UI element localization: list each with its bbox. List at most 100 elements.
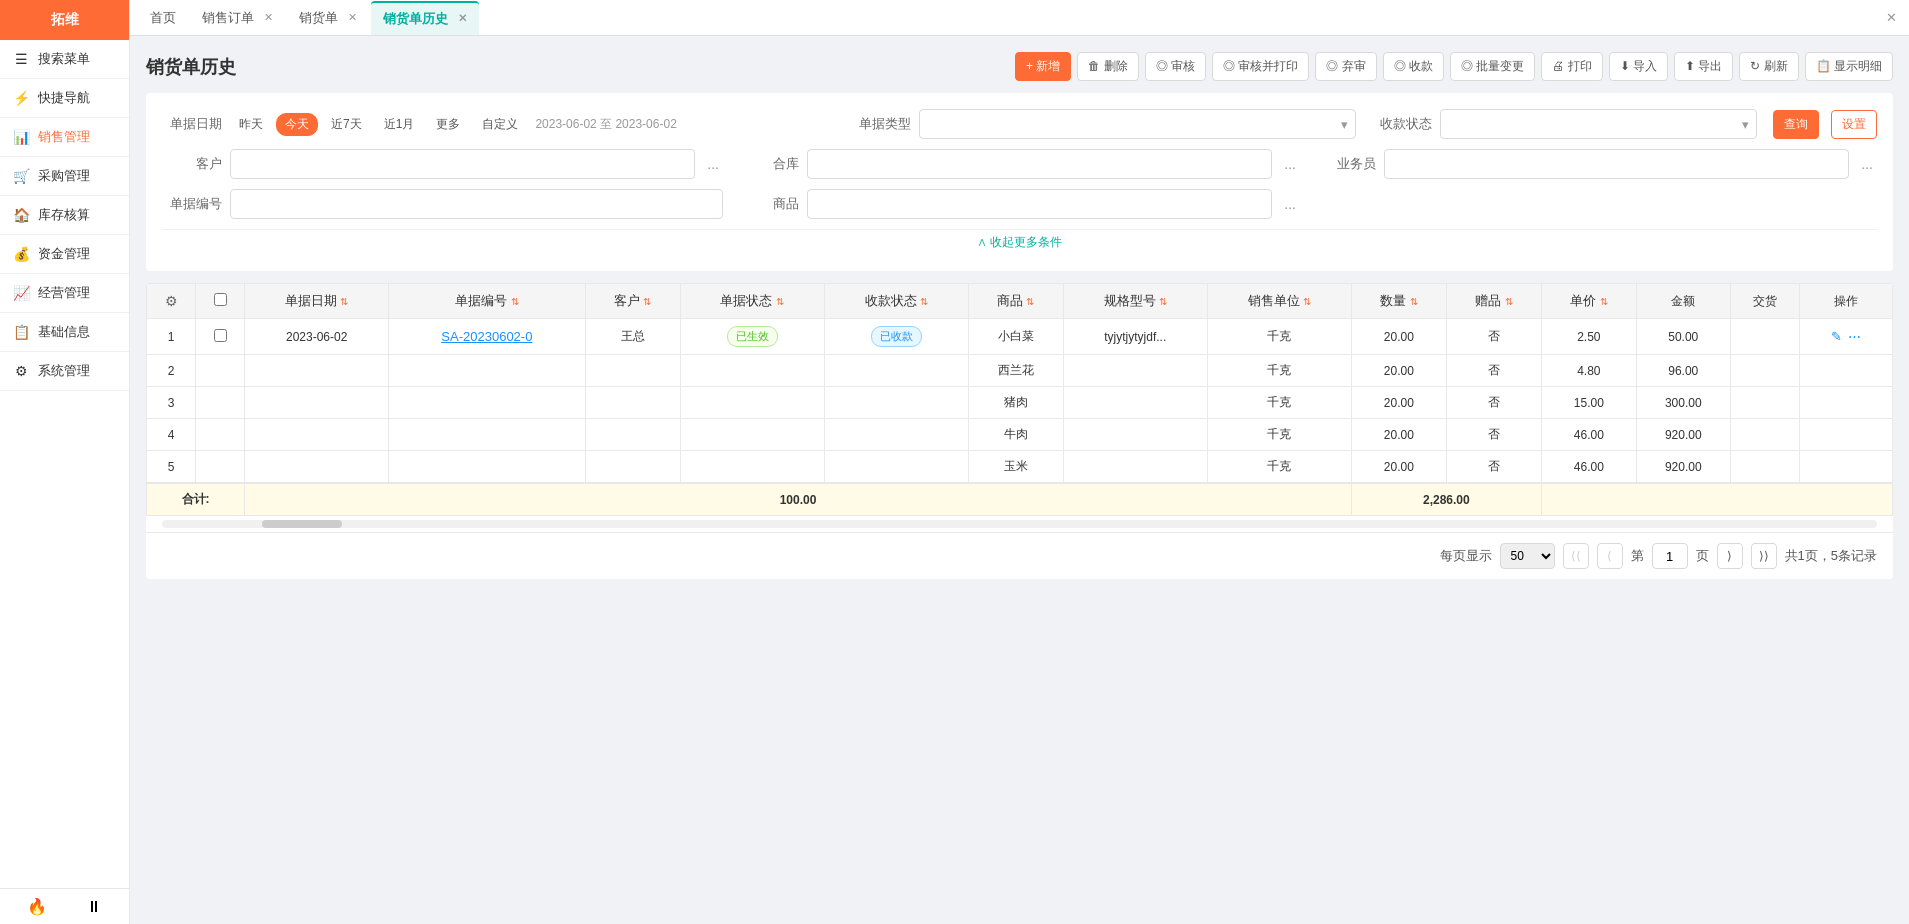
col-gift: 赠品 ⇅ <box>1446 284 1541 319</box>
sort-qty-icon[interactable]: ⇅ <box>1410 296 1418 307</box>
cell-goods: 牛肉 <box>968 419 1063 451</box>
cell-spec <box>1063 355 1207 387</box>
delete-button[interactable]: 🗑 删除 <box>1077 52 1138 81</box>
sidebar-item-operations[interactable]: 📈 经营管理 <box>0 274 129 313</box>
sidebar-bottom-icon2[interactable]: ⏸ <box>86 898 102 916</box>
sort-docstatus-icon[interactable]: ⇅ <box>776 296 784 307</box>
sidebar-item-quick-nav[interactable]: ⚡ 快捷导航 <box>0 79 129 118</box>
sidebar-item-purchase[interactable]: 🛒 采购管理 <box>0 157 129 196</box>
warehouse-dots-btn[interactable]: ... <box>1280 156 1300 172</box>
sidebar-bottom-icon1[interactable]: 🔥 <box>27 897 47 916</box>
batch-change-button[interactable]: ◎ 批量变更 <box>1450 52 1535 81</box>
hscroll-bar[interactable] <box>162 520 1877 528</box>
tab-home[interactable]: 首页 <box>138 1 188 35</box>
cell-docno <box>389 451 585 484</box>
edit-action-btn[interactable]: ✎ <box>1828 329 1845 344</box>
customer-input[interactable] <box>230 149 695 179</box>
sidebar-item-finance[interactable]: 💰 资金管理 <box>0 235 129 274</box>
filter-docno-item: 单据编号 <box>162 189 723 219</box>
sidebar-item-basic-info[interactable]: 📋 基础信息 <box>0 313 129 352</box>
page-of: 页 <box>1696 547 1709 565</box>
table-gear-icon[interactable]: ⚙ <box>165 293 178 309</box>
page-first-btn[interactable]: ⟨⟨ <box>1563 543 1589 569</box>
col-customer: 客户 ⇅ <box>585 284 680 319</box>
review-button[interactable]: ◎ 审核 <box>1145 52 1206 81</box>
row-checkbox[interactable] <box>214 329 227 342</box>
cell-docno <box>389 355 585 387</box>
filter-staff-item: 业务员 ... <box>1316 149 1877 179</box>
cell-check <box>196 355 245 387</box>
date-btn-1month[interactable]: 近1月 <box>375 113 424 136</box>
page-last-btn[interactable]: ⟩⟩ <box>1751 543 1777 569</box>
sidebar-item-search-menu[interactable]: ☰ 搜索菜单 <box>0 40 129 79</box>
date-btn-7days[interactable]: 近7天 <box>322 113 371 136</box>
filter-warehouse-label: 合库 <box>739 155 799 173</box>
collect-button[interactable]: ◎ 收款 <box>1383 52 1444 81</box>
cell-docstatus <box>680 387 824 419</box>
date-btn-custom[interactable]: 自定义 <box>473 113 527 136</box>
tab-sales-delivery[interactable]: 销货单 ✕ <box>287 1 369 35</box>
refresh-button[interactable]: ↻ 刷新 <box>1739 52 1798 81</box>
sort-spec-icon[interactable]: ⇅ <box>1159 296 1167 307</box>
docno-input[interactable] <box>230 189 723 219</box>
page-next-btn[interactable]: ⟩ <box>1717 543 1743 569</box>
sort-collectstatus-icon[interactable]: ⇅ <box>920 296 928 307</box>
date-btn-yesterday[interactable]: 昨天 <box>230 113 272 136</box>
sidebar-item-inventory[interactable]: 🏠 库存核算 <box>0 196 129 235</box>
filter-row-3: 单据编号 商品 ... <box>162 189 1877 219</box>
collect-status-select[interactable] <box>1440 109 1757 139</box>
cell-trade <box>1730 451 1800 484</box>
tab-sales-history[interactable]: 销货单历史 ✕ <box>371 1 479 35</box>
window-close-icon[interactable]: ✕ <box>1882 6 1901 29</box>
cell-unitprice: 4.80 <box>1541 355 1636 387</box>
page-header: 销货单历史 + 新增 🗑 删除 ◎ 审核 ◎ 审核并打印 ◎ 弃审 ◎ 收款 ◎… <box>146 52 1893 81</box>
print-button[interactable]: 🖨 打印 <box>1541 52 1602 81</box>
hscroll-thumb[interactable] <box>262 520 342 528</box>
summary-amount: 2,286.00 <box>1351 483 1541 516</box>
sidebar-item-system[interactable]: ⚙ 系统管理 <box>0 352 129 391</box>
settings-button[interactable]: 设置 <box>1831 110 1877 139</box>
sort-gift-icon[interactable]: ⇅ <box>1505 296 1513 307</box>
sort-unit-icon[interactable]: ⇅ <box>1303 296 1311 307</box>
goods-input[interactable] <box>807 189 1272 219</box>
cell-unit: 千克 <box>1207 387 1351 419</box>
import-button[interactable]: ⬇ 导入 <box>1609 52 1668 81</box>
tab-close-sales-delivery[interactable]: ✕ <box>348 11 357 24</box>
table-header-row: ⚙ 单据日期 ⇅ 单据编号 ⇅ 客户 ⇅ 单据状态 ⇅ 收款状态 ⇅ 商品 ⇅ … <box>147 284 1893 319</box>
date-btn-more[interactable]: 更多 <box>427 113 469 136</box>
doc-no-link[interactable]: SA-20230602-0 <box>441 329 532 344</box>
tab-close-sales-order[interactable]: ✕ <box>264 11 273 24</box>
date-btn-today[interactable]: 今天 <box>276 113 318 136</box>
more-action-btn[interactable]: ⋯ <box>1845 329 1864 344</box>
export-button[interactable]: ⬆ 导出 <box>1674 52 1733 81</box>
page-prev-btn[interactable]: ⟨ <box>1597 543 1623 569</box>
cell-unitprice: 46.00 <box>1541 419 1636 451</box>
sidebar-logo: 拓维 <box>0 0 129 40</box>
sort-date-icon[interactable]: ⇅ <box>340 296 348 307</box>
page-input[interactable] <box>1652 543 1688 569</box>
warehouse-input[interactable] <box>807 149 1272 179</box>
sort-customer-icon[interactable]: ⇅ <box>643 296 651 307</box>
query-button[interactable]: 查询 <box>1773 110 1819 139</box>
abandon-button[interactable]: ◎ 弃审 <box>1315 52 1376 81</box>
collapse-filter-btn[interactable]: ∧ 收起更多条件 <box>162 229 1877 255</box>
sidebar-item-sales[interactable]: 📊 销售管理 <box>0 118 129 157</box>
staff-input[interactable] <box>1384 149 1849 179</box>
review-print-button[interactable]: ◎ 审核并打印 <box>1212 52 1309 81</box>
tab-sales-order[interactable]: 销售订单 ✕ <box>190 1 285 35</box>
sort-unitprice-icon[interactable]: ⇅ <box>1600 296 1608 307</box>
display-button[interactable]: 📋 显示明细 <box>1805 52 1893 81</box>
sort-goods-icon[interactable]: ⇅ <box>1026 296 1034 307</box>
new-button[interactable]: + 新增 <box>1015 52 1071 81</box>
goods-dots-btn[interactable]: ... <box>1280 196 1300 212</box>
sort-docno-icon[interactable]: ⇅ <box>511 296 519 307</box>
col-gear[interactable]: ⚙ <box>147 284 196 319</box>
select-all-checkbox[interactable] <box>214 293 227 306</box>
cell-check <box>196 387 245 419</box>
filter-collect-label: 收款状态 <box>1372 115 1432 133</box>
doc-type-select[interactable] <box>919 109 1356 139</box>
tab-close-sales-history[interactable]: ✕ <box>458 12 467 25</box>
page-size-select[interactable]: 50 20 100 <box>1500 543 1555 569</box>
customer-dots-btn[interactable]: ... <box>703 156 723 172</box>
staff-dots-btn[interactable]: ... <box>1857 156 1877 172</box>
